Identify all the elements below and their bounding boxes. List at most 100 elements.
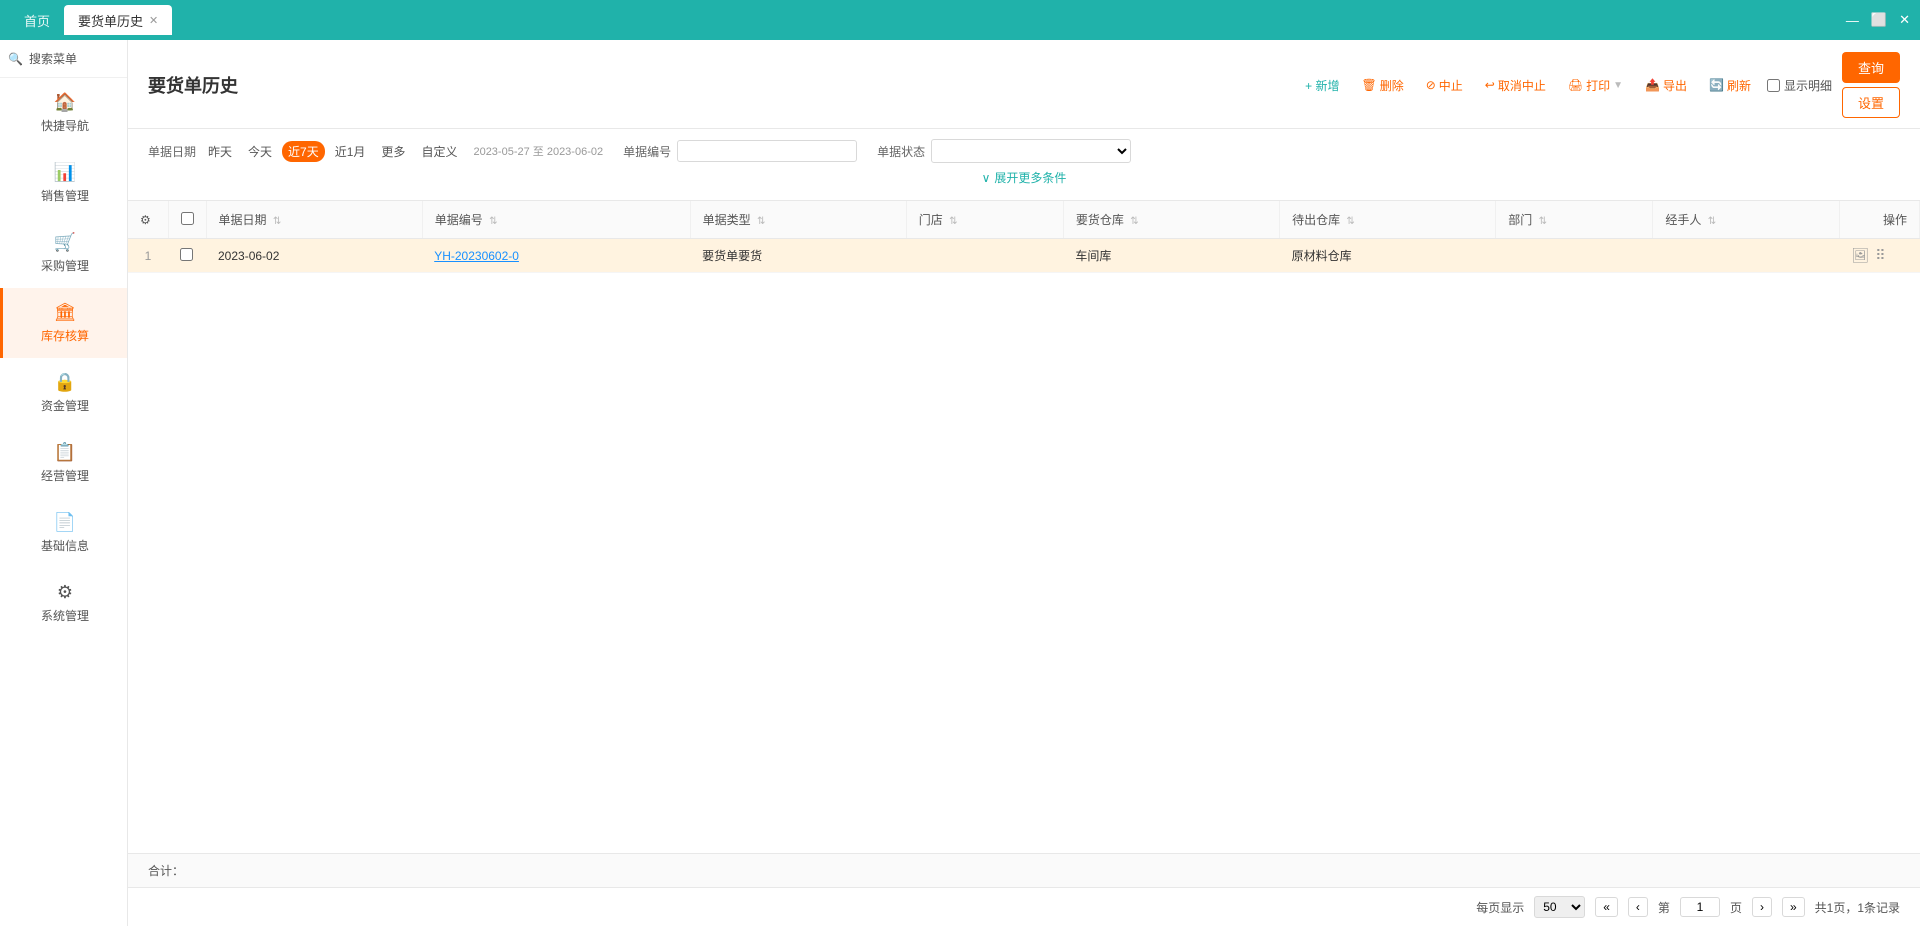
purchase-icon: 🛒 (54, 232, 76, 253)
expand-more-label: 展开更多条件 (994, 169, 1066, 186)
th-type[interactable]: 单据类型 ⇅ (690, 201, 906, 239)
sort-wait-warehouse-icon: ⇅ (1346, 216, 1354, 227)
expand-more-btn[interactable]: ∨ 展开更多条件 (148, 163, 1900, 190)
search-icon: 🔍 (8, 52, 23, 66)
refresh-button[interactable]: 🔄 刷新 (1703, 73, 1757, 98)
close-icon[interactable]: ✕ (1899, 12, 1910, 28)
operations-icon: 📋 (54, 442, 76, 463)
sort-date-icon: ⇅ (273, 216, 281, 227)
date-filter-buttons: 昨天 今天 近7天 近1月 更多 自定义 (202, 141, 463, 162)
sidebar-item-label: 销售管理 (41, 187, 89, 204)
sales-icon: 📊 (54, 162, 76, 183)
row-req-warehouse: 车间库 (1063, 239, 1279, 273)
pagination-bar: 每页显示 50 20 100 200 « ‹ 第 页 › » 共1页，1条记录 (128, 887, 1920, 926)
sidebar-item-basic[interactable]: 📄 基础信息 (0, 498, 127, 568)
th-req-warehouse[interactable]: 要货仓库 ⇅ (1063, 201, 1279, 239)
sort-type-icon: ⇅ (757, 216, 765, 227)
sidebar-item-label: 经营管理 (41, 467, 89, 484)
th-handler-label: 经手人 (1665, 213, 1701, 227)
th-date-label: 单据日期 (219, 213, 267, 227)
sort-order-no-icon: ⇅ (489, 216, 497, 227)
basic-icon: 📄 (54, 512, 76, 533)
sidebar-item-inventory[interactable]: 🏛 库存核算 (0, 288, 127, 358)
page-number-input[interactable] (1680, 897, 1720, 917)
th-order-no[interactable]: 单据编号 ⇅ (422, 201, 690, 239)
th-action-label: 操作 (1883, 213, 1907, 227)
table-container: ⚙ 单据日期 ⇅ 单据编号 ⇅ (128, 201, 1920, 853)
page-title-row: 要货单历史 + 新增 🗑 删除 ⊘ 中止 ↩ 取消中止 (148, 52, 1900, 118)
sidebar-item-finance[interactable]: 🔒 资金管理 (0, 358, 127, 428)
date-btn-custom[interactable]: 自定义 (415, 141, 463, 162)
page-size-select[interactable]: 50 20 100 200 (1534, 896, 1585, 918)
table-setting-icon[interactable]: ⚙ (140, 213, 151, 227)
date-range-display: 2023-05-27 至 2023-06-02 (473, 143, 603, 159)
sidebar-item-system[interactable]: ⚙ 系统管理 (0, 568, 127, 638)
row-more-icon[interactable]: ⠿ (1875, 247, 1885, 264)
action-icons: 🖼 ⠿ (1852, 247, 1908, 264)
th-req-warehouse-label: 要货仓库 (1076, 213, 1124, 227)
th-date[interactable]: 单据日期 ⇅ (206, 201, 422, 239)
table-header-row: ⚙ 单据日期 ⇅ 单据编号 ⇅ (128, 201, 1920, 239)
date-btn-7days[interactable]: 近7天 (282, 141, 325, 162)
date-btn-yesterday[interactable]: 昨天 (202, 141, 238, 162)
maximize-icon[interactable]: ⬜ (1871, 12, 1887, 28)
sidebar-item-quick-nav[interactable]: 🏠 快捷导航 (0, 78, 127, 148)
date-btn-more[interactable]: 更多 (375, 141, 411, 162)
row-type: 要货单要货 (690, 239, 906, 273)
date-btn-today[interactable]: 今天 (242, 141, 278, 162)
tab-close-icon[interactable]: ✕ (149, 14, 158, 27)
row-view-icon[interactable]: 🖼 (1852, 247, 1870, 264)
th-dept[interactable]: 部门 ⇅ (1496, 201, 1653, 239)
stop-button-label: 中止 (1439, 77, 1463, 94)
row-checkbox-cell (168, 239, 206, 273)
show-detail-checkbox[interactable]: 显示明细 (1767, 77, 1832, 94)
settings-button[interactable]: 设置 (1842, 87, 1900, 118)
page-label: 第 (1658, 899, 1670, 916)
row-date: 2023-06-02 (206, 239, 422, 273)
tab-home[interactable]: 首页 (10, 5, 64, 35)
minimize-icon[interactable]: — (1846, 13, 1859, 28)
row-dept (1496, 239, 1653, 273)
th-wait-warehouse-label: 待出仓库 (1292, 213, 1340, 227)
main-layout: 🔍 搜索菜单 🏠 快捷导航 📊 销售管理 🛒 采购管理 🏛 库存核算 🔒 资金管… (0, 40, 1920, 926)
tab-requisition-history[interactable]: 要货单历史 ✕ (64, 5, 172, 35)
delete-button[interactable]: 🗑 删除 (1355, 73, 1409, 98)
row-checkbox[interactable] (180, 248, 193, 261)
th-store[interactable]: 门店 ⇅ (906, 201, 1063, 239)
sort-store-icon: ⇅ (949, 216, 957, 227)
date-btn-1month[interactable]: 近1月 (329, 141, 372, 162)
sidebar-item-operations[interactable]: 📋 经营管理 (0, 428, 127, 498)
sidebar-item-purchase[interactable]: 🛒 采购管理 (0, 218, 127, 288)
filter-row: 单据日期 昨天 今天 近7天 近1月 更多 自定义 2023-05-27 至 2… (148, 139, 1900, 163)
total-info: 共1页，1条记录 (1815, 899, 1900, 916)
toolbar: + 新增 🗑 删除 ⊘ 中止 ↩ 取消中止 🖨 (1299, 52, 1900, 118)
row-handler (1653, 239, 1840, 273)
th-settings[interactable]: ⚙ (128, 201, 168, 239)
show-detail-input[interactable] (1767, 79, 1780, 92)
export-label: 导出 (1663, 77, 1687, 94)
new-button[interactable]: + 新增 (1299, 73, 1345, 98)
row-order-no[interactable]: YH-20230602-0 (422, 239, 690, 273)
stop-button[interactable]: ⊘ 中止 (1420, 73, 1469, 98)
print-button[interactable]: 🖨 打印 ▼ (1562, 73, 1629, 98)
select-all-checkbox[interactable] (181, 212, 194, 225)
export-button[interactable]: 📤 导出 (1639, 73, 1693, 98)
prev-page-btn[interactable]: ‹ (1628, 897, 1648, 917)
last-page-btn[interactable]: » (1782, 897, 1805, 917)
sidebar-item-label: 库存核算 (41, 327, 89, 344)
table-row: 1 2023-06-02 YH-20230602-0 要货单要货 车间库 原材料… (128, 239, 1920, 273)
first-page-btn[interactable]: « (1595, 897, 1618, 917)
date-filter-label: 单据日期 (148, 143, 196, 160)
order-no-link[interactable]: YH-20230602-0 (434, 249, 519, 263)
date-filter-group: 单据日期 昨天 今天 近7天 近1月 更多 自定义 2023-05-27 至 2… (148, 141, 603, 162)
status-select[interactable] (931, 139, 1131, 163)
tab-requisition-label: 要货单历史 (78, 11, 143, 30)
sidebar-item-sales[interactable]: 📊 销售管理 (0, 148, 127, 218)
th-handler[interactable]: 经手人 ⇅ (1653, 201, 1840, 239)
order-no-input[interactable] (677, 140, 857, 162)
next-page-btn[interactable]: › (1752, 897, 1772, 917)
query-button[interactable]: 查询 (1842, 52, 1900, 83)
sidebar-search[interactable]: 🔍 搜索菜单 (0, 40, 127, 78)
th-wait-warehouse[interactable]: 待出仓库 ⇅ (1280, 201, 1496, 239)
cancel-stop-button[interactable]: ↩ 取消中止 (1479, 73, 1552, 98)
